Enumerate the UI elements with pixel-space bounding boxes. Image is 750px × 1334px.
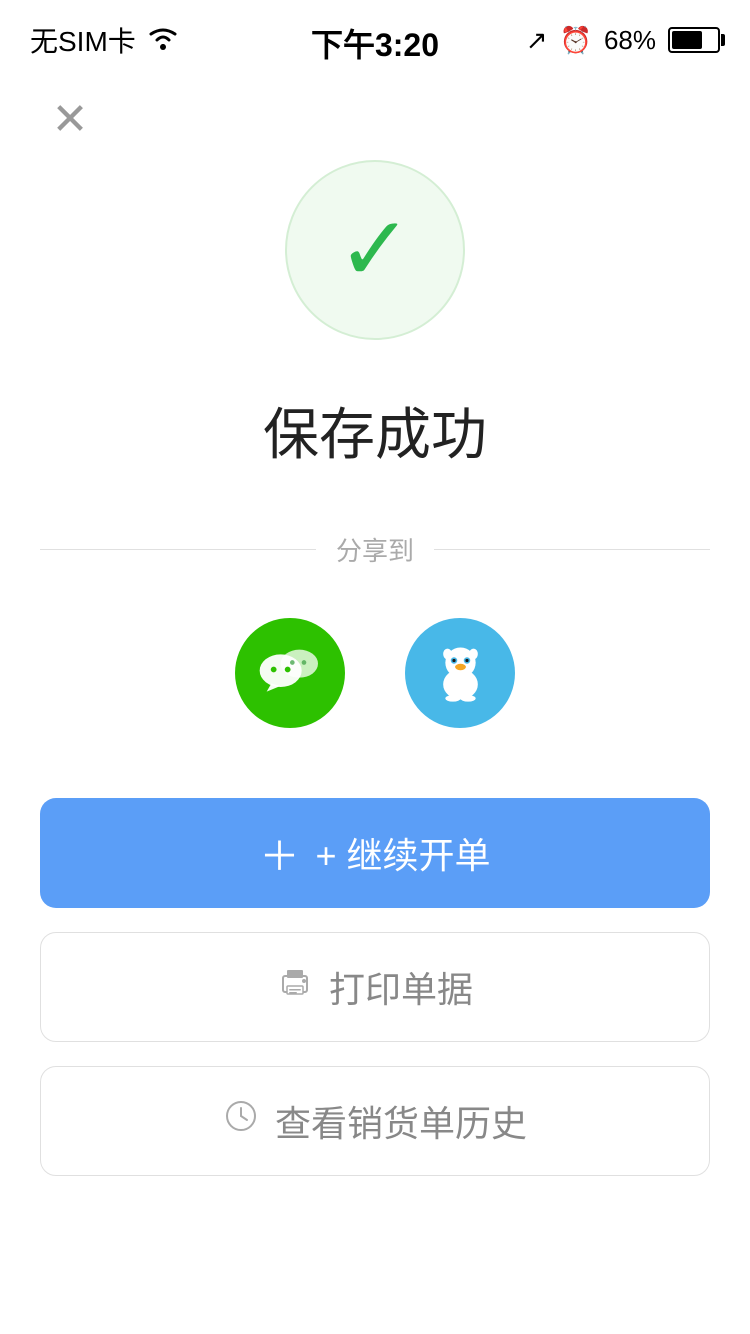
status-time: 下午3:20 xyxy=(311,20,439,66)
wechat-share-button[interactable] xyxy=(235,618,345,728)
carrier-text: 无SIM卡 xyxy=(30,20,136,60)
success-title: 保存成功 xyxy=(263,390,487,471)
success-circle: ✓ xyxy=(285,160,465,340)
continue-label: + 继续开单 xyxy=(315,827,490,879)
divider-right xyxy=(434,549,710,550)
share-label: 分享到 xyxy=(336,531,414,568)
share-divider: 分享到 xyxy=(40,531,710,568)
share-icons xyxy=(40,618,710,728)
close-button[interactable]: ✕ xyxy=(40,90,100,150)
history-label: 查看销货单历史 xyxy=(275,1095,527,1147)
alarm-icon: ⏰ xyxy=(560,25,592,56)
print-icon xyxy=(277,964,313,1010)
wechat-icon xyxy=(255,638,325,708)
share-section: 分享到 xyxy=(0,531,750,728)
qq-icon xyxy=(428,641,493,706)
close-icon: ✕ xyxy=(52,98,89,142)
plus-icon: ＋ xyxy=(259,824,299,882)
continue-button[interactable]: ＋ + 继续开单 xyxy=(40,798,710,908)
divider-left xyxy=(40,549,316,550)
checkmark-icon: ✓ xyxy=(337,205,412,295)
wifi-icon xyxy=(146,24,180,57)
status-bar: 无SIM卡 下午3:20 ↗ ⏰ 68% xyxy=(0,0,750,80)
main-content: ✓ 保存成功 分享到 xyxy=(0,80,750,1176)
qq-share-button[interactable] xyxy=(405,618,515,728)
status-carrier: 无SIM卡 xyxy=(30,20,180,60)
location-icon: ↗ xyxy=(526,25,548,56)
action-buttons: ＋ + 继续开单 打印单据 xyxy=(0,798,750,1176)
status-indicators: ↗ ⏰ 68% xyxy=(526,25,720,56)
print-label: 打印单据 xyxy=(329,961,473,1013)
history-icon xyxy=(223,1098,259,1144)
battery-percent: 68% xyxy=(604,25,656,56)
print-button[interactable]: 打印单据 xyxy=(40,932,710,1042)
history-button[interactable]: 查看销货单历史 xyxy=(40,1066,710,1176)
battery-icon xyxy=(668,27,720,53)
